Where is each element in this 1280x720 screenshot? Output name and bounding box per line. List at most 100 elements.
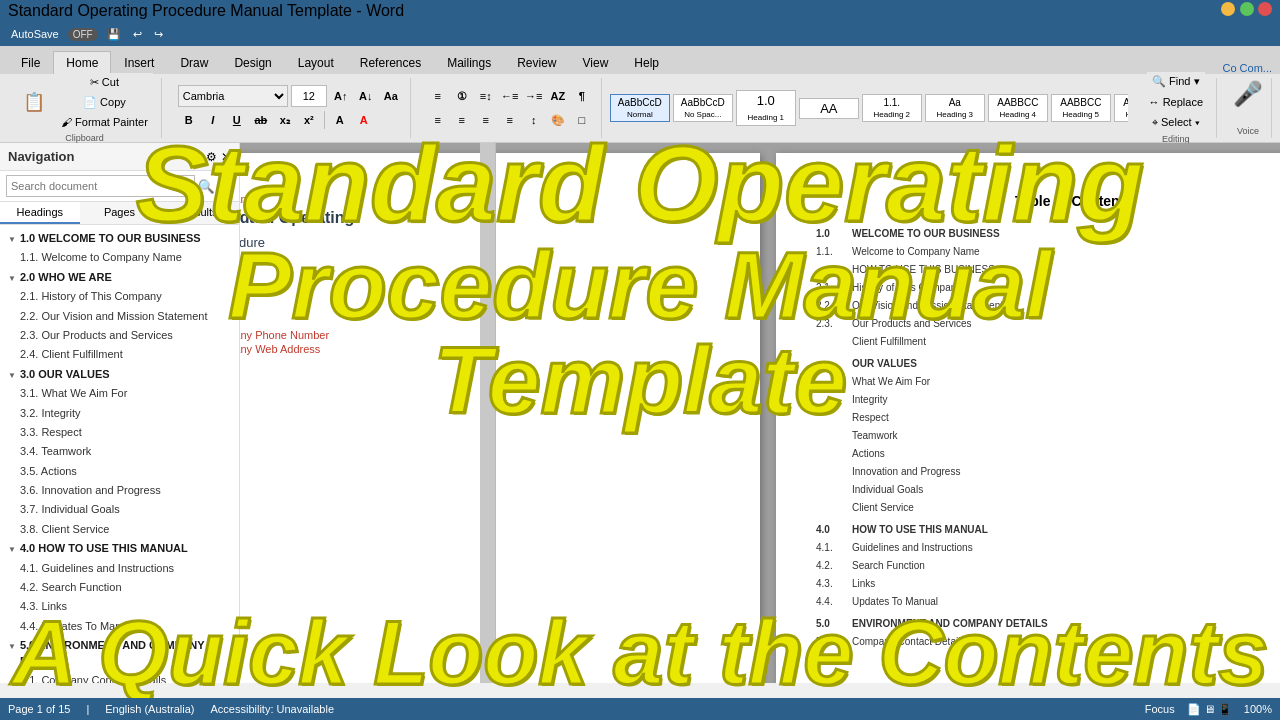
nav-item-33[interactable]: 3.3. Respect [0, 423, 239, 442]
nav-item-30[interactable]: ▼3.0 OUR VALUES [0, 365, 239, 384]
nav-item-41[interactable]: 4.1. Guidelines and Instructions [0, 559, 239, 578]
maximize-button[interactable] [1240, 2, 1254, 16]
subscript-button[interactable]: x₂ [274, 109, 296, 131]
sort-button[interactable]: AZ [547, 85, 569, 107]
italic-button[interactable]: I [202, 109, 224, 131]
decrease-indent-button[interactable]: ←≡ [499, 85, 521, 107]
font-select[interactable]: Cambria [178, 85, 288, 107]
format-painter-button[interactable]: 🖌 Format Painter [56, 113, 153, 131]
clipboard-label: Clipboard [65, 133, 104, 143]
borders-button[interactable]: □ [571, 109, 593, 131]
tab-design[interactable]: Design [221, 51, 284, 74]
nav-item-31[interactable]: 3.1. What We Aim For [0, 384, 239, 403]
toc-row: Respect…12 [816, 409, 1280, 427]
tab-home[interactable]: Home [53, 51, 111, 74]
nav-item-20[interactable]: ▼2.0 WHO WE ARE [0, 268, 239, 287]
bold-button[interactable]: B [178, 109, 200, 131]
align-left-button[interactable]: ≡ [427, 109, 449, 131]
font-size-input[interactable] [291, 85, 327, 107]
nav-item-11[interactable]: 1.1. Welcome to Company Name [0, 248, 239, 267]
style-aa[interactable]: AA [799, 98, 859, 119]
style-heading3[interactable]: AaHeading 3 [925, 94, 985, 122]
undo-icon[interactable]: ↩ [130, 28, 145, 41]
toc-page: Table of Contents 1.0WELCOME TO OUR BUSI… [776, 153, 1280, 683]
replace-button[interactable]: ↔ Replace [1144, 93, 1208, 111]
tab-file[interactable]: File [8, 51, 53, 74]
tab-insert[interactable]: Insert [111, 51, 167, 74]
nav-tab-pages[interactable]: Pages [80, 202, 160, 224]
justify-button[interactable]: ≡ [499, 109, 521, 131]
search-input[interactable] [6, 175, 195, 197]
shading-button[interactable]: 🎨 [547, 109, 569, 131]
tab-view[interactable]: View [570, 51, 622, 74]
search-dropdown-button[interactable]: ▼ [217, 175, 233, 197]
font-color-button[interactable]: A [353, 109, 375, 131]
cut-button[interactable]: ✂ Cut [56, 73, 153, 92]
nav-item-37[interactable]: 3.7. Individual Goals [0, 500, 239, 519]
style-heading2[interactable]: 1.1.Heading 2 [862, 94, 922, 122]
nav-item-38[interactable]: 3.8. Client Service [0, 520, 239, 539]
style-heading4[interactable]: AABBCCHeading 4 [988, 94, 1048, 122]
zoom-control[interactable]: 100% [1244, 703, 1272, 715]
select-button[interactable]: ⌖ Select ▾ [1147, 113, 1205, 132]
style-heading5[interactable]: AABBCCHeading 5 [1051, 94, 1111, 122]
close-button[interactable] [1258, 2, 1272, 16]
nav-close-icon[interactable]: ✕ [221, 150, 231, 164]
underline-button[interactable]: U [226, 109, 248, 131]
style-heading1[interactable]: 1.0Heading 1 [736, 90, 796, 126]
nav-item-40[interactable]: ▼4.0 HOW TO USE THIS MANUAL [0, 539, 239, 558]
shrink-font-button[interactable]: A↓ [355, 85, 377, 107]
nav-item-23[interactable]: 2.3. Our Products and Services [0, 326, 239, 345]
search-button[interactable]: 🔍 [195, 175, 217, 197]
save-icon[interactable]: 💾 [104, 28, 124, 41]
bullets-button[interactable]: ≡ [427, 85, 449, 107]
document-area[interactable]: Company Standard Operating Procedure Tem… [240, 143, 1280, 683]
tab-help[interactable]: Help [621, 51, 672, 74]
clear-format-button[interactable]: Aa [380, 85, 402, 107]
nav-item-42[interactable]: 4.2. Search Function [0, 578, 239, 597]
minimize-button[interactable] [1221, 2, 1235, 16]
tab-draw[interactable]: Draw [167, 51, 221, 74]
align-center-button[interactable]: ≡ [451, 109, 473, 131]
highlight-button[interactable]: A [329, 109, 351, 131]
strikethrough-button[interactable]: ab [250, 109, 272, 131]
nav-item-10[interactable]: ▼1.0 WELCOME TO OUR BUSINESS [0, 229, 239, 248]
style-no-spacing[interactable]: AaBbCcDNo Spac... [673, 94, 733, 122]
tab-layout[interactable]: Layout [285, 51, 347, 74]
nav-settings-icon[interactable]: ⚙ [206, 150, 217, 164]
style-normal[interactable]: AaBbCcDNormal [610, 94, 670, 122]
nav-tab-results[interactable]: Results [159, 202, 239, 224]
nav-item-21[interactable]: 2.1. History of This Company [0, 287, 239, 306]
focus-mode[interactable]: Focus [1145, 703, 1175, 715]
multilevel-button[interactable]: ≡↕ [475, 85, 497, 107]
nav-item-35[interactable]: 3.5. Actions [0, 462, 239, 481]
increase-indent-button[interactable]: →≡ [523, 85, 545, 107]
nav-item-34[interactable]: 3.4. Teamwork [0, 442, 239, 461]
show-marks-button[interactable]: ¶ [571, 85, 593, 107]
tab-references[interactable]: References [347, 51, 434, 74]
nav-item-44[interactable]: 4.4. Updates To Manual [0, 617, 239, 636]
tab-review[interactable]: Review [504, 51, 569, 74]
status-right: Focus 📄 🖥 📱 100% [1145, 703, 1272, 716]
style-heading6[interactable]: AABBCCHeading 6 [1114, 94, 1128, 122]
nav-item-43[interactable]: 4.3. Links [0, 597, 239, 616]
nav-search-area: 🔍 ▼ [0, 171, 239, 202]
line-spacing-button[interactable]: ↕ [523, 109, 545, 131]
tab-mailings[interactable]: Mailings [434, 51, 504, 74]
redo-icon[interactable]: ↪ [151, 28, 166, 41]
autosave-toggle[interactable]: OFF [68, 28, 98, 41]
nav-tab-headings[interactable]: Headings [0, 202, 80, 224]
find-button[interactable]: 🔍 Find ▾ [1147, 72, 1205, 91]
nav-item-22[interactable]: 2.2. Our Vision and Mission Statement [0, 307, 239, 326]
superscript-button[interactable]: x² [298, 109, 320, 131]
paste-button[interactable]: 📋 [16, 88, 52, 116]
nav-item-24[interactable]: 2.4. Client Fulfillment [0, 345, 239, 364]
nav-item-36[interactable]: 3.6. Innovation and Progress [0, 481, 239, 500]
nav-item-32[interactable]: 3.2. Integrity [0, 404, 239, 423]
nav-item-51[interactable]: 5.1. Company Contact Details [0, 671, 239, 683]
align-right-button[interactable]: ≡ [475, 109, 497, 131]
copy-button[interactable]: 📄 Copy [56, 93, 153, 112]
grow-font-button[interactable]: A↑ [330, 85, 352, 107]
numbering-button[interactable]: ① [451, 85, 473, 107]
nav-item-50[interactable]: ▼5.0 ENVIRONMENT AND COMPANY DETAILS [0, 636, 239, 671]
